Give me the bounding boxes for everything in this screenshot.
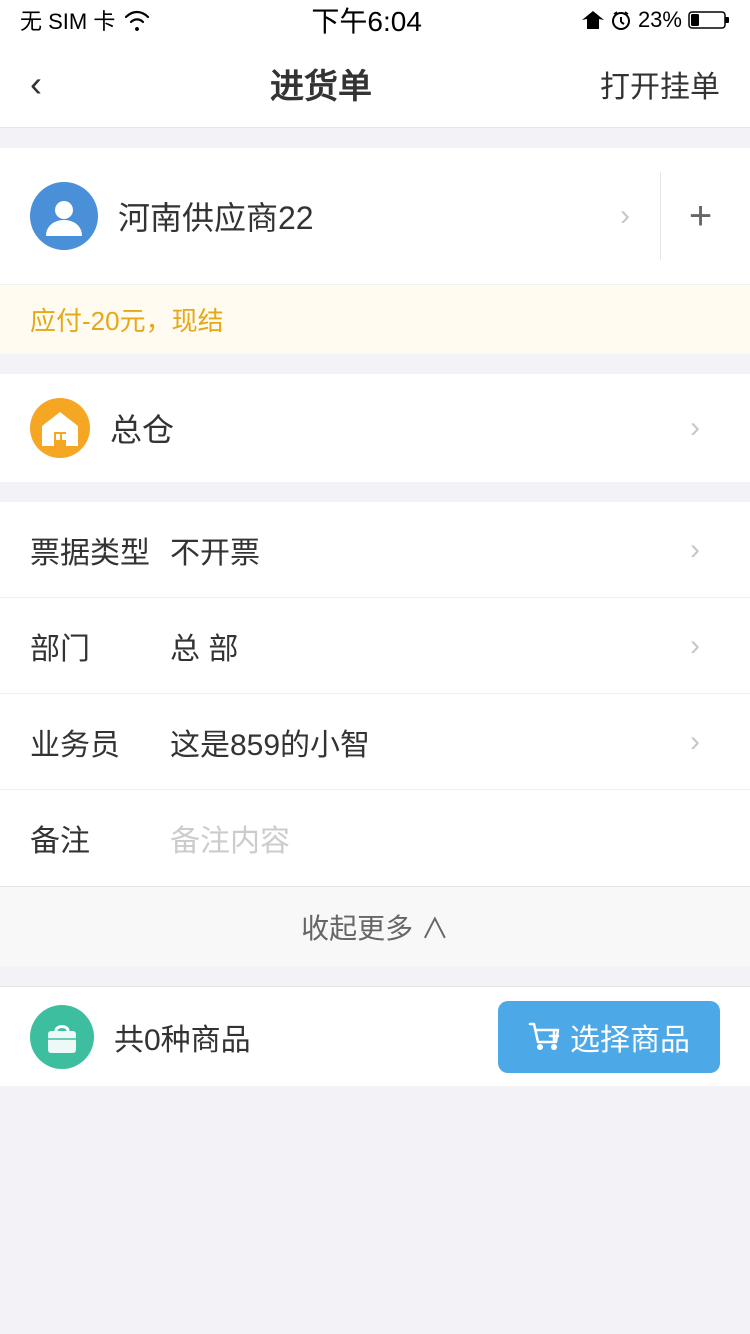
open-pending-button[interactable]: 打开挂单 <box>600 62 720 106</box>
notice-text: 应付-20元，现结 <box>30 306 224 336</box>
status-bar: 无 SIM 卡 下午6:04 23% <box>0 0 750 40</box>
alarm-icon <box>610 9 632 31</box>
salesperson-chevron-icon: › <box>690 725 700 759</box>
plus-icon: + <box>689 194 712 239</box>
department-value: 总 部 <box>170 624 690 668</box>
salesperson-label: 业务员 <box>30 720 170 764</box>
remarks-label: 备注 <box>30 816 170 860</box>
cart-icon <box>528 1022 560 1052</box>
product-count-text: 共0种商品 <box>114 1015 498 1059</box>
salesperson-value: 这是859的小智 <box>170 720 690 764</box>
salesperson-row[interactable]: 业务员 这是859的小智 › <box>0 694 750 790</box>
status-time: 下午6:04 <box>311 0 422 40</box>
product-bag-icon <box>44 1019 80 1055</box>
supplier-chevron-icon: › <box>620 199 630 233</box>
page-title: 进货单 <box>270 59 372 108</box>
bottom-bar: 共0种商品 选择商品 <box>0 986 750 1086</box>
no-sim-text: 无 SIM 卡 <box>20 4 115 36</box>
department-label: 部门 <box>30 624 170 668</box>
select-product-button[interactable]: 选择商品 <box>498 1001 720 1073</box>
supplier-name: 河南供应商22 <box>118 193 620 239</box>
supplier-section: 河南供应商22 › + 应付-20元，现结 <box>0 148 750 354</box>
warehouse-avatar <box>30 398 90 458</box>
collapse-label: 收起更多 ∧ <box>301 907 449 947</box>
warehouse-name: 总仓 <box>110 405 690 451</box>
person-icon <box>42 194 86 238</box>
department-chevron-icon: › <box>690 629 700 663</box>
location-icon <box>582 9 604 31</box>
remarks-input[interactable]: 备注内容 <box>170 816 720 860</box>
status-left: 无 SIM 卡 <box>20 4 151 36</box>
battery-text: 23% <box>638 7 682 33</box>
product-icon-wrap <box>30 1005 94 1069</box>
collapse-row[interactable]: 收起更多 ∧ <box>0 886 750 966</box>
invoice-type-label: 票据类型 <box>30 528 170 572</box>
warehouse-icon <box>40 410 80 446</box>
remarks-row[interactable]: 备注 备注内容 <box>0 790 750 886</box>
wifi-icon <box>123 9 151 31</box>
invoice-chevron-icon: › <box>690 533 700 567</box>
nav-bar: ‹ 进货单 打开挂单 <box>0 40 750 128</box>
battery-icon <box>688 9 730 31</box>
supplier-avatar <box>30 182 98 250</box>
form-section: 票据类型 不开票 › 部门 总 部 › 业务员 这是859的小智 › 备注 备注… <box>0 502 750 886</box>
notice-bar: 应付-20元，现结 <box>0 285 750 354</box>
warehouse-chevron-icon: › <box>690 411 700 445</box>
add-supplier-button[interactable]: + <box>660 172 720 260</box>
section-gap-1 <box>0 128 750 148</box>
supplier-row[interactable]: 河南供应商22 › + <box>0 148 750 285</box>
status-right: 23% <box>582 7 730 33</box>
invoice-type-row[interactable]: 票据类型 不开票 › <box>0 502 750 598</box>
invoice-type-value: 不开票 <box>170 528 690 572</box>
department-row[interactable]: 部门 总 部 › <box>0 598 750 694</box>
back-button[interactable]: ‹ <box>30 63 42 105</box>
warehouse-row[interactable]: 总仓 › <box>0 374 750 482</box>
select-product-label: 选择商品 <box>570 1015 690 1059</box>
